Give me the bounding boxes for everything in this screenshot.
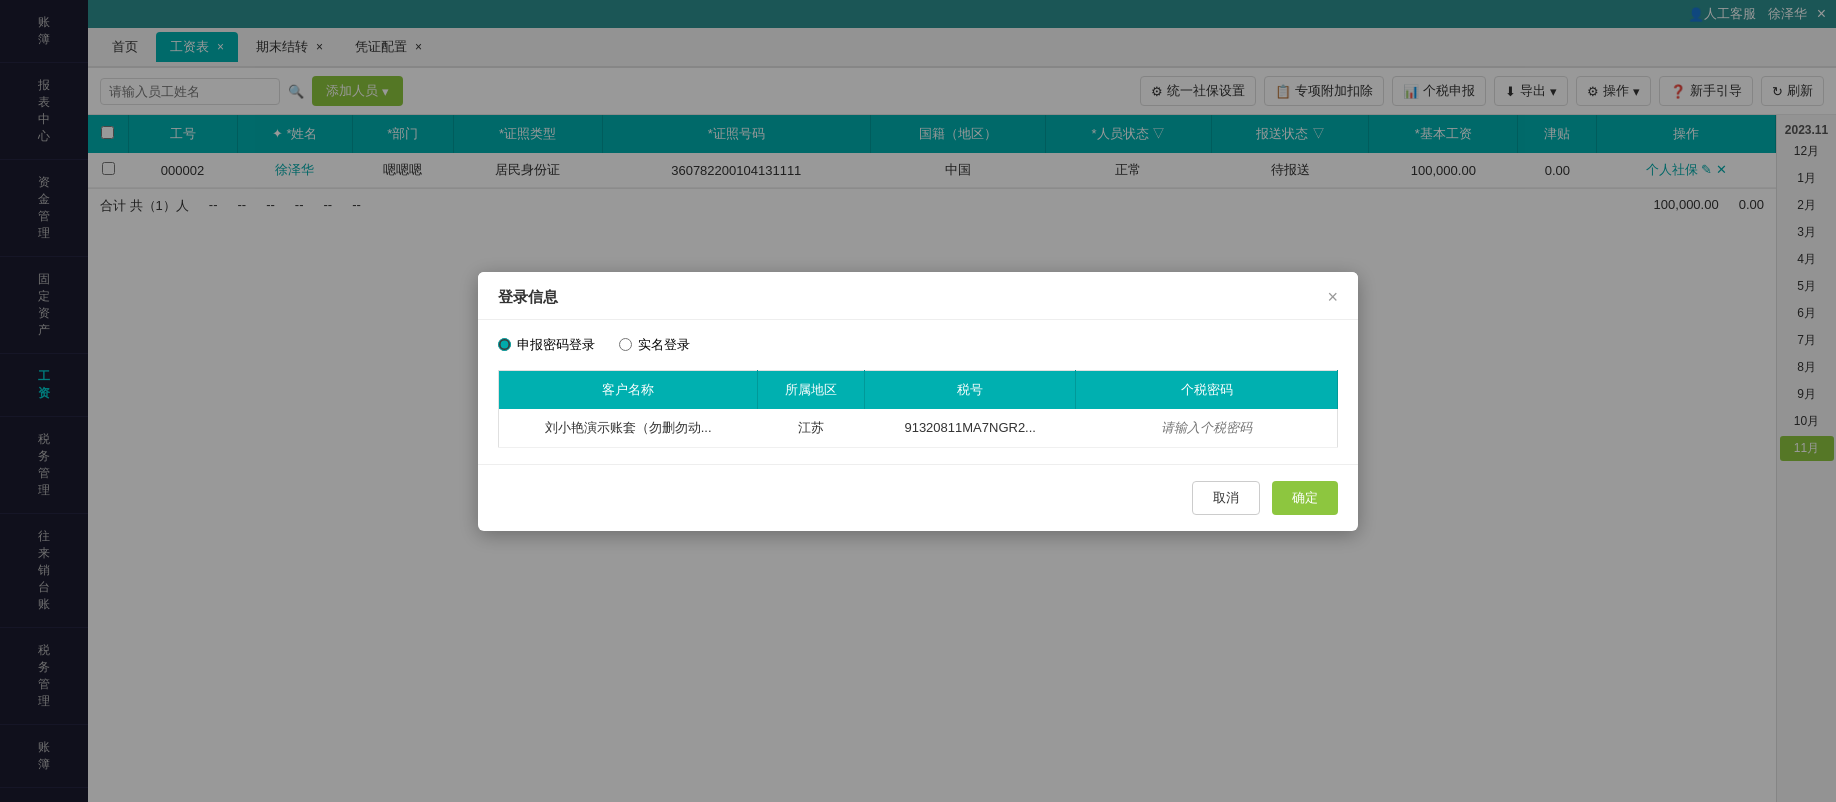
modal-col-password: 个税密码 [1076, 370, 1338, 409]
login-modal: 登录信息 × 申报密码登录 实名登录 客户名称 所属地区 [478, 272, 1358, 531]
modal-cell-region: 江苏 [757, 409, 864, 448]
modal-cell-taxid: 91320811MA7NGR2... [865, 409, 1076, 448]
modal-body: 申报密码登录 实名登录 客户名称 所属地区 税号 个税密码 [478, 320, 1358, 464]
radio-group: 申报密码登录 实名登录 [498, 336, 1338, 354]
modal-title: 登录信息 [498, 288, 558, 307]
modal-cell-name: 刘小艳演示账套（勿删勿动... [499, 409, 758, 448]
modal-col-taxid: 税号 [865, 370, 1076, 409]
modal-overlay: 登录信息 × 申报密码登录 实名登录 客户名称 所属地区 [0, 0, 1836, 802]
cancel-button[interactable]: 取消 [1192, 481, 1260, 515]
radio-realname-label: 实名登录 [638, 336, 690, 354]
radio-realname-login[interactable]: 实名登录 [619, 336, 690, 354]
radio-password-input[interactable] [498, 338, 511, 351]
modal-col-region: 所属地区 [757, 370, 864, 409]
radio-password-login[interactable]: 申报密码登录 [498, 336, 595, 354]
modal-footer: 取消 确定 [478, 464, 1358, 531]
password-input[interactable] [1090, 420, 1323, 435]
modal-close-button[interactable]: × [1327, 288, 1338, 306]
modal-col-name: 客户名称 [499, 370, 758, 409]
modal-header: 登录信息 × [478, 272, 1358, 320]
modal-table-row: 刘小艳演示账套（勿删勿动... 江苏 91320811MA7NGR2... [499, 409, 1338, 448]
radio-password-label: 申报密码登录 [517, 336, 595, 354]
modal-cell-password[interactable] [1076, 409, 1338, 448]
radio-realname-input[interactable] [619, 338, 632, 351]
confirm-button[interactable]: 确定 [1272, 481, 1338, 515]
modal-table: 客户名称 所属地区 税号 个税密码 刘小艳演示账套（勿删勿动... 江苏 913… [498, 370, 1338, 448]
